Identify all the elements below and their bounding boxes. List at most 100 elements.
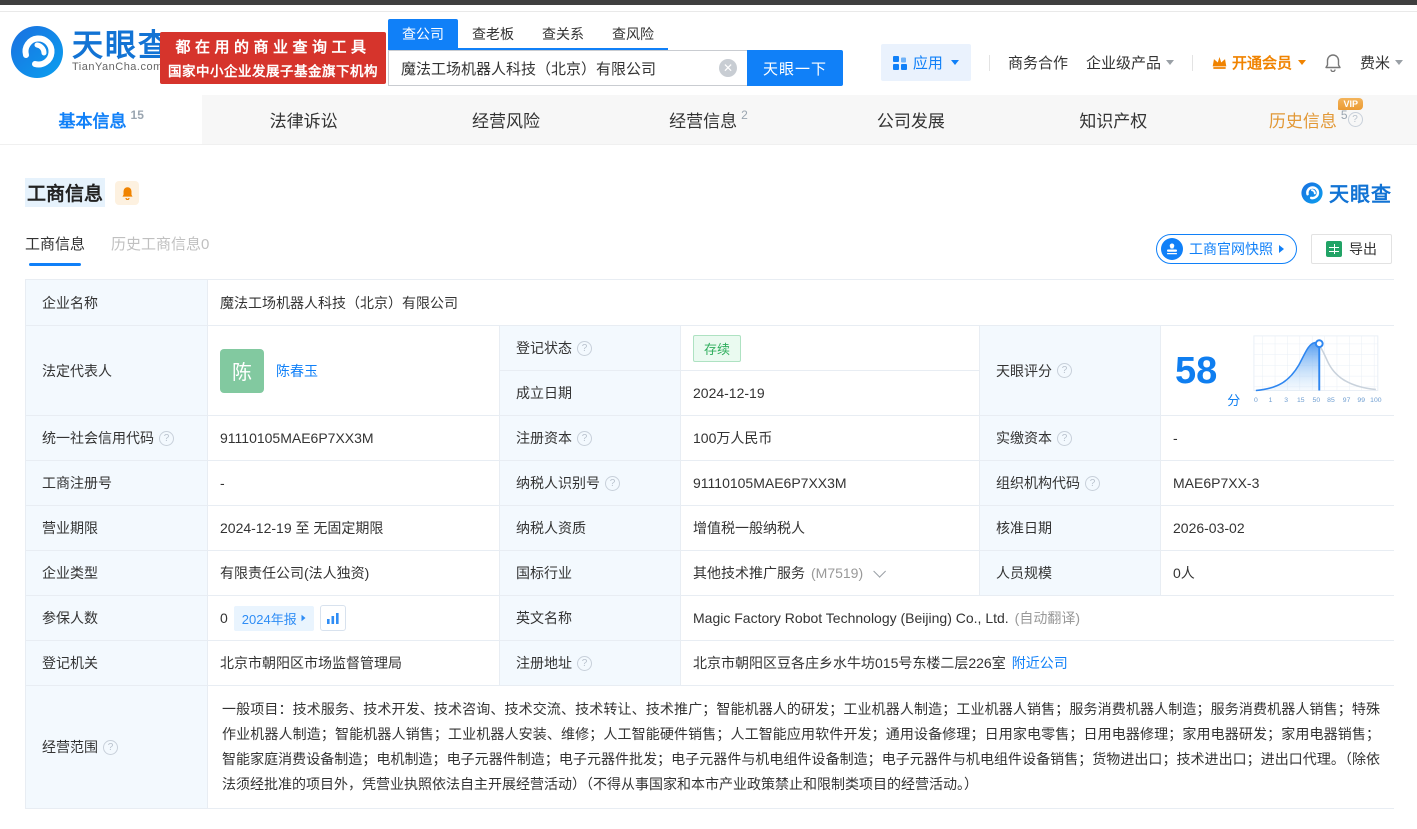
help-icon[interactable]: ? <box>577 340 592 356</box>
field-value-staff-size: 0人 <box>1161 551 1394 595</box>
help-icon[interactable]: ? <box>1057 363 1072 378</box>
legal-rep-link[interactable]: 陈春玉 <box>276 361 318 381</box>
logo-subtitle: TianYanCha.com <box>72 61 163 73</box>
search-tab-company[interactable]: 查公司 <box>388 19 458 48</box>
legal-rep-avatar[interactable]: 陈 <box>220 348 264 393</box>
field-label-industry: 国标行业 <box>500 551 680 595</box>
chevron-down-icon <box>1297 60 1306 65</box>
score-marker <box>1315 338 1324 348</box>
field-value-taxpayer-id: 91110105MAE6P7XX3M <box>681 461 979 505</box>
label-text: 登记状态 <box>516 340 572 356</box>
label-text: 经营范围 <box>42 739 98 755</box>
field-value-registered-capital: 100万人民币 <box>681 416 979 460</box>
nav-enterprise-label: 企业级产品 <box>1085 55 1161 72</box>
arrow-right-icon <box>301 614 306 622</box>
field-label-staff-size: 人员规模 <box>980 551 1160 595</box>
help-icon[interactable]: ? <box>1347 112 1363 127</box>
field-value-taxpayer-quality: 增值税一般纳税人 <box>681 506 979 550</box>
help-icon[interactable]: ? <box>577 430 592 446</box>
field-value-registered-address: 北京市朝阳区豆各庄乡水牛坊015号东楼二层226室 附近公司 <box>681 641 1394 685</box>
label-text: 统一社会信用代码 <box>42 430 154 446</box>
tab-legal-litigation[interactable]: 法律诉讼 <box>202 95 404 144</box>
chevron-down-icon <box>1395 60 1403 65</box>
excel-icon <box>1326 241 1342 257</box>
field-value-registration-authority: 北京市朝阳区市场监督管理局 <box>208 641 499 685</box>
apps-menu[interactable]: 应用 <box>880 44 971 81</box>
field-label-credit-code: 统一社会信用代码 ? <box>26 416 207 460</box>
search-area: 查公司 查老板 查关系 查风险 ✕ 天眼一下 <box>388 19 843 86</box>
company-page-tabs: 基本信息 15 法律诉讼 经营风险 经营信息 2 公司发展 知识产权 VIP 历… <box>0 95 1417 145</box>
tab-label: 法律诉讼 <box>269 112 338 131</box>
tianyancha-mini-icon <box>1301 181 1323 204</box>
monitor-bell-button[interactable] <box>115 180 140 205</box>
field-label-paid-capital: 实缴资本 ? <box>980 416 1160 460</box>
tab-label: 经营风险 <box>472 112 541 131</box>
section-title: 工商信息 <box>25 178 106 207</box>
notification-bell-icon[interactable] <box>1324 53 1342 72</box>
nav-cooperation[interactable]: 商务合作 <box>1008 52 1068 73</box>
chevron-down-icon <box>950 60 959 65</box>
label-text: 实缴资本 <box>996 430 1052 446</box>
insured-trend-button[interactable] <box>319 605 346 631</box>
export-button[interactable]: 导出 <box>1311 234 1392 264</box>
tab-basic-info[interactable]: 基本信息 15 <box>0 95 203 144</box>
address-text: 北京市朝阳区豆各庄乡水牛坊015号东楼二层226室 <box>693 655 1006 671</box>
score-axis-ticks: 0 1 3 15 50 85 97 99 100 <box>1254 397 1382 404</box>
tianyancha-logo[interactable]: 天眼查 TianYanCha.com <box>10 25 171 79</box>
field-label-registered-capital: 注册资本 ? <box>500 416 680 460</box>
nav-divider <box>1191 54 1193 71</box>
help-icon[interactable]: ? <box>103 739 118 755</box>
svg-text:99: 99 <box>1358 397 1366 404</box>
nav-user-label: 费米 <box>1359 55 1390 72</box>
field-label-registration-number: 工商注册号 <box>26 461 207 505</box>
field-value-tianyan-score[interactable]: 58 分 0 1 3 15 50 85 97 99 100 <box>1161 326 1394 415</box>
field-label-registration-status: 登记状态 ? <box>500 326 680 370</box>
score-unit: 分 <box>1227 393 1241 408</box>
search-tab-relation[interactable]: 查关系 <box>528 19 598 48</box>
field-value-industry[interactable]: 其他技术推广服务 (M7519) <box>681 551 979 595</box>
promo-banner[interactable]: 都在用的商业查询工具 国家中小企业发展子基金旗下机构 <box>160 32 386 84</box>
tab-count: 2 <box>741 107 748 122</box>
field-value-paid-capital: - <box>1161 416 1394 460</box>
tab-history-info[interactable]: VIP 历史信息 5 ? <box>1215 95 1417 144</box>
field-value-approval-date: 2026-03-02 <box>1161 506 1394 550</box>
help-icon[interactable]: ? <box>159 430 174 446</box>
official-snapshot-button[interactable]: 工商官网快照 <box>1156 234 1297 264</box>
tab-intellectual-property[interactable]: 知识产权 <box>1012 95 1214 144</box>
search-tab-risk[interactable]: 查风险 <box>598 19 668 48</box>
tab-business-risk[interactable]: 经营风险 <box>405 95 607 144</box>
logo-title: 天眼查 <box>72 28 171 63</box>
help-icon[interactable]: ? <box>577 655 592 671</box>
subtab-current-registration[interactable]: 工商信息 <box>25 233 85 266</box>
field-label-legal-representative: 法定代表人 <box>26 326 207 415</box>
crown-icon <box>1212 56 1227 69</box>
chevron-down-icon[interactable] <box>873 564 887 578</box>
business-registration-section: 工商信息 天眼查 工商信息 历史工商信息0 工商官网快照 导出 企业名称 魔法工… <box>0 178 1417 809</box>
search-tab-boss[interactable]: 查老板 <box>458 19 528 48</box>
nav-vip-upgrade[interactable]: 开通会员 <box>1211 52 1306 73</box>
help-icon[interactable]: ? <box>605 475 620 491</box>
search-submit-button[interactable]: 天眼一下 <box>747 50 843 86</box>
nav-enterprise[interactable]: 企业级产品 <box>1086 52 1174 73</box>
clear-search-icon[interactable]: ✕ <box>719 59 737 77</box>
nav-user-menu[interactable]: 费米 <box>1360 52 1403 73</box>
site-header: 天眼查 TianYanCha.com 都在用的商业查询工具 国家中小企业发展子基… <box>0 12 1417 95</box>
field-value-company-name: 魔法工场机器人科技（北京）有限公司 <box>208 280 1394 325</box>
section-brand-text: 天眼查 <box>1329 184 1392 206</box>
nearby-companies-link[interactable]: 附近公司 <box>1012 653 1068 673</box>
tab-business-info[interactable]: 经营信息 2 <box>607 95 809 144</box>
field-label-insured-count: 参保人数 <box>26 596 207 640</box>
annual-report-label: 2024年报 <box>241 611 297 627</box>
apps-label: 应用 <box>912 55 943 72</box>
help-icon[interactable]: ? <box>1085 475 1100 491</box>
registration-info-table: 企业名称 魔法工场机器人科技（北京）有限公司 法定代表人 陈 陈春玉 登记状态 … <box>25 279 1394 809</box>
search-input[interactable] <box>388 50 747 86</box>
annual-report-tag[interactable]: 2024年报 <box>233 605 314 631</box>
field-label-business-term: 营业期限 <box>26 506 207 550</box>
field-label-taxpayer-id: 纳税人识别号 ? <box>500 461 680 505</box>
field-value-business-scope: 一般项目：技术服务、技术开发、技术咨询、技术交流、技术转让、技术推广；智能机器人… <box>208 686 1394 808</box>
field-label-business-scope: 经营范围 ? <box>26 686 207 808</box>
help-icon[interactable]: ? <box>1057 430 1072 446</box>
tab-company-development[interactable]: 公司发展 <box>810 95 1012 144</box>
subtab-history-registration[interactable]: 历史工商信息0 <box>111 233 209 266</box>
